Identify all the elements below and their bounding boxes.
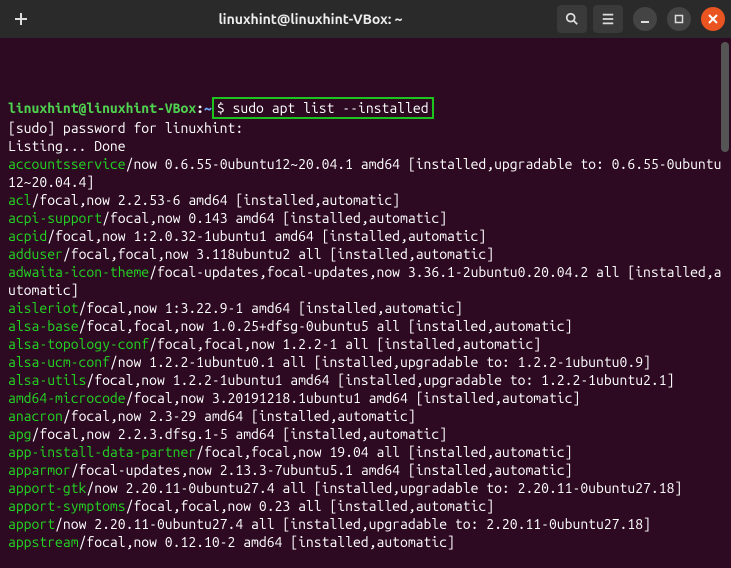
package-name: adduser [8, 246, 63, 262]
output-line: Listing... Done [8, 137, 723, 155]
package-line: acl/focal,now 2.2.53-6 amd64 [installed,… [8, 191, 723, 209]
terminal-output[interactable]: linuxhint@linuxhint-VBox:~$ sudo apt lis… [0, 38, 731, 568]
package-details: /focal,now 1.2.2-1ubuntu1 amd64 [install… [86, 372, 674, 388]
package-details: /focal,now 2.2.53-6 amd64 [installed,aut… [32, 192, 400, 208]
package-line: apport-gtk/now 2.20.11-0ubuntu27.4 all [… [8, 479, 723, 497]
package-details: /focal,now 0.12.10-2 amd64 [installed,au… [79, 534, 455, 550]
package-name: app-install-data-partner [8, 444, 196, 460]
package-name: acl [8, 192, 32, 208]
prompt-colon: : [196, 100, 204, 116]
package-line: adwaita-icon-theme/focal-updates,focal-u… [8, 263, 723, 299]
package-line: accountsservice/now 0.6.55-0ubuntu12~20.… [8, 155, 723, 191]
package-details: /focal,focal,now 19.04 all [installed,au… [196, 444, 572, 460]
minimize-button[interactable] [633, 7, 657, 31]
package-name: apport [8, 516, 55, 532]
close-button[interactable] [701, 7, 725, 31]
package-name: alsa-utils [8, 372, 86, 388]
package-details: /focal,now 2.3-29 amd64 [installed,autom… [63, 408, 416, 424]
package-name: alsa-topology-conf [8, 336, 149, 352]
package-details: /focal,focal,now 1.2.2-1 all [installed,… [149, 336, 541, 352]
package-name: apg [8, 426, 32, 442]
window-title: linuxhint@linuxhint-VBox: ~ [70, 10, 551, 28]
package-details: /focal,focal,now 3.118ubuntu2 all [insta… [63, 246, 494, 262]
package-details: /focal,now 1:3.22.9-1 amd64 [installed,a… [79, 300, 463, 316]
package-line: acpi-support/focal,now 0.143 amd64 [inst… [8, 209, 723, 227]
package-details: /focal-updates,now 2.13.3-7ubuntu5.1 amd… [71, 462, 573, 478]
package-line: apparmor/focal-updates,now 2.13.3-7ubunt… [8, 461, 723, 479]
package-details: /focal,focal,now 1.0.25+dfsg-0ubuntu5 al… [79, 318, 573, 334]
package-name: adwaita-icon-theme [8, 264, 149, 280]
package-line: acpid/focal,now 1:2.0.32-1ubuntu1 amd64 … [8, 227, 723, 245]
prompt-line: linuxhint@linuxhint-VBox:~$ sudo apt lis… [8, 97, 723, 119]
package-line: alsa-utils/focal,now 1.2.2-1ubuntu1 amd6… [8, 371, 723, 389]
package-line: aisleriot/focal,now 1:3.22.9-1 amd64 [in… [8, 299, 723, 317]
package-name: anacron [8, 408, 63, 424]
package-name: accountsservice [8, 156, 126, 172]
package-line: adduser/focal,focal,now 3.118ubuntu2 all… [8, 245, 723, 263]
package-line: apport-symptoms/focal,focal,now 0.23 all… [8, 497, 723, 515]
package-name: appstream [8, 534, 79, 550]
package-line: apport/now 2.20.11-0ubuntu27.4 all [inst… [8, 515, 723, 533]
package-line: anacron/focal,now 2.3-29 amd64 [installe… [8, 407, 723, 425]
titlebar: linuxhint@linuxhint-VBox: ~ [0, 0, 731, 38]
package-name: alsa-base [8, 318, 79, 334]
package-details: /now 2.20.11-0ubuntu27.4 all [installed,… [55, 516, 651, 532]
package-name: apport-symptoms [8, 498, 126, 514]
package-name: acpid [8, 228, 47, 244]
maximize-button[interactable] [667, 7, 691, 31]
package-name: apport-gtk [8, 480, 86, 496]
package-line: appstream/focal,now 0.12.10-2 amd64 [ins… [8, 533, 723, 551]
package-details: /focal,now 0.143 amd64 [installed,automa… [102, 210, 447, 226]
package-line: alsa-ucm-conf/now 1.2.2-1ubuntu0.1 all [… [8, 353, 723, 371]
command-highlight: $ sudo apt list --installed [212, 97, 434, 119]
package-name: amd64-microcode [8, 390, 126, 406]
package-line: amd64-microcode/focal,now 3.20191218.1ub… [8, 389, 723, 407]
search-button[interactable] [557, 5, 587, 33]
package-line: alsa-topology-conf/focal,focal,now 1.2.2… [8, 335, 723, 353]
package-line: apg/focal,now 2.2.3.dfsg.1-5 amd64 [inst… [8, 425, 723, 443]
prompt-path: ~ [204, 100, 212, 116]
package-name: apparmor [8, 462, 71, 478]
package-details: /focal,focal,now 0.23 all [installed,aut… [126, 498, 494, 514]
prompt-user: linuxhint@linuxhint-VBox [8, 100, 196, 116]
package-details: /now 2.20.11-0ubuntu27.4 all [installed,… [86, 480, 682, 496]
menu-button[interactable] [593, 5, 623, 33]
package-details: /focal,now 2.2.3.dfsg.1-5 amd64 [install… [32, 426, 448, 442]
package-details: /focal,now 3.20191218.1ubuntu1 amd64 [in… [126, 390, 581, 406]
package-details: /focal,now 1:2.0.32-1ubuntu1 amd64 [inst… [47, 228, 486, 244]
package-line: app-install-data-partner/focal,focal,now… [8, 443, 723, 461]
package-name: acpi-support [8, 210, 102, 226]
new-tab-button[interactable] [6, 5, 36, 33]
package-name: aisleriot [8, 300, 79, 316]
output-line: [sudo] password for linuxhint: [8, 119, 723, 137]
scrollbar[interactable] [721, 42, 729, 152]
package-details: /now 1.2.2-1ubuntu0.1 all [installed,upg… [110, 354, 651, 370]
package-line: alsa-base/focal,focal,now 1.0.25+dfsg-0u… [8, 317, 723, 335]
package-name: alsa-ucm-conf [8, 354, 110, 370]
